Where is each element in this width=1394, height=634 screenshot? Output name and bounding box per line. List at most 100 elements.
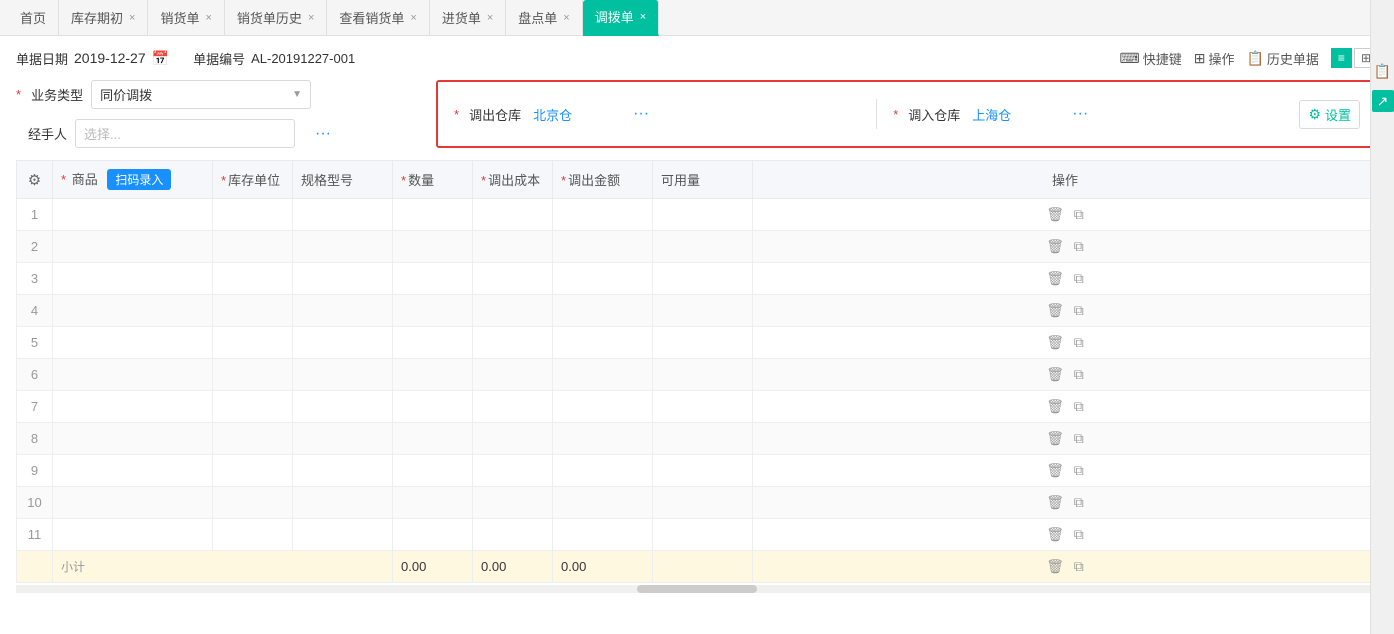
manager-select[interactable]: 选择... [75, 119, 295, 148]
row-avail[interactable] [653, 487, 753, 519]
copy-icon[interactable]: ⧉ [1074, 398, 1084, 414]
copy-icon[interactable]: ⧉ [1074, 270, 1084, 286]
history-btn[interactable]: 📋 历史单据 [1246, 49, 1318, 68]
tab-purchase[interactable]: 进货单 × [430, 0, 506, 36]
delete-icon[interactable]: 🗑 [1046, 302, 1064, 318]
row-spec[interactable] [293, 455, 393, 487]
row-avail[interactable] [653, 295, 753, 327]
tab-sales-history[interactable]: 销货单历史 × [225, 0, 327, 36]
row-avail[interactable] [653, 455, 753, 487]
row-avail[interactable] [653, 263, 753, 295]
row-unit[interactable] [213, 455, 293, 487]
row-cost[interactable] [473, 263, 553, 295]
row-goods[interactable] [53, 231, 213, 263]
row-amount[interactable] [553, 327, 653, 359]
row-unit[interactable] [213, 263, 293, 295]
row-qty[interactable] [393, 327, 473, 359]
delete-icon[interactable]: 🗑 [1046, 398, 1064, 414]
row-unit[interactable] [213, 231, 293, 263]
row-goods[interactable] [53, 423, 213, 455]
row-avail[interactable] [653, 231, 753, 263]
tab-sales[interactable]: 销货单 × [148, 0, 224, 36]
subtotal-copy-icon[interactable]: ⧉ [1074, 558, 1084, 574]
row-cost[interactable] [473, 199, 553, 231]
row-amount[interactable] [553, 231, 653, 263]
row-spec[interactable] [293, 519, 393, 551]
list-view-btn[interactable]: ≡ [1331, 48, 1352, 68]
row-amount[interactable] [553, 519, 653, 551]
row-cost[interactable] [473, 487, 553, 519]
row-cost[interactable] [473, 423, 553, 455]
copy-icon[interactable]: ⧉ [1074, 238, 1084, 254]
row-amount[interactable] [553, 263, 653, 295]
row-qty[interactable] [393, 295, 473, 327]
biz-type-select[interactable]: 同价调拨 ▼ [91, 80, 311, 109]
row-avail[interactable] [653, 519, 753, 551]
row-spec[interactable] [293, 391, 393, 423]
row-spec[interactable] [293, 295, 393, 327]
close-tab-6[interactable]: × [563, 12, 569, 24]
row-goods[interactable] [53, 455, 213, 487]
row-avail[interactable] [653, 199, 753, 231]
row-spec[interactable] [293, 423, 393, 455]
row-spec[interactable] [293, 327, 393, 359]
close-tab-2[interactable]: × [205, 12, 211, 24]
row-goods[interactable] [53, 519, 213, 551]
row-avail[interactable] [653, 423, 753, 455]
row-unit[interactable] [213, 199, 293, 231]
delete-icon[interactable]: 🗑 [1046, 430, 1064, 446]
tab-transfer[interactable]: 调拨单 × [583, 0, 659, 36]
close-tab-5[interactable]: × [487, 12, 493, 24]
row-cost[interactable] [473, 231, 553, 263]
row-qty[interactable] [393, 455, 473, 487]
row-goods[interactable] [53, 263, 213, 295]
horizontal-scrollbar[interactable] [16, 585, 1378, 593]
row-cost[interactable] [473, 295, 553, 327]
row-cost[interactable] [473, 391, 553, 423]
copy-icon[interactable]: ⧉ [1074, 206, 1084, 222]
row-qty[interactable] [393, 519, 473, 551]
copy-icon[interactable]: ⧉ [1074, 302, 1084, 318]
delete-icon[interactable]: 🗑 [1046, 270, 1064, 286]
copy-icon[interactable]: ⧉ [1074, 494, 1084, 510]
copy-icon[interactable]: ⧉ [1074, 366, 1084, 382]
row-avail[interactable] [653, 359, 753, 391]
manager-more-btn[interactable]: ··· [311, 125, 335, 143]
row-goods[interactable] [53, 199, 213, 231]
delete-icon[interactable]: 🗑 [1046, 526, 1064, 542]
delete-icon[interactable]: 🗑 [1046, 494, 1064, 510]
row-goods[interactable] [53, 391, 213, 423]
row-qty[interactable] [393, 199, 473, 231]
row-spec[interactable] [293, 359, 393, 391]
table-settings-icon[interactable]: ⚙ [28, 172, 41, 189]
row-unit[interactable] [213, 423, 293, 455]
row-avail[interactable] [653, 391, 753, 423]
row-unit[interactable] [213, 519, 293, 551]
row-unit[interactable] [213, 391, 293, 423]
row-goods[interactable] [53, 295, 213, 327]
row-spec[interactable] [293, 231, 393, 263]
row-amount[interactable] [553, 199, 653, 231]
row-qty[interactable] [393, 423, 473, 455]
row-amount[interactable] [553, 423, 653, 455]
row-spec[interactable] [293, 199, 393, 231]
row-amount[interactable] [553, 455, 653, 487]
row-unit[interactable] [213, 359, 293, 391]
row-amount[interactable] [553, 359, 653, 391]
row-qty[interactable] [393, 263, 473, 295]
row-amount[interactable] [553, 487, 653, 519]
row-qty[interactable] [393, 391, 473, 423]
copy-icon[interactable]: ⧉ [1074, 526, 1084, 542]
delete-icon[interactable]: 🗑 [1046, 366, 1064, 382]
tab-home[interactable]: 首页 [8, 0, 59, 36]
copy-icon[interactable]: ⧉ [1074, 430, 1084, 446]
tab-inventory-check[interactable]: 盘点单 × [506, 0, 582, 36]
delete-icon[interactable]: 🗑 [1046, 462, 1064, 478]
delete-icon[interactable]: 🗑 [1046, 206, 1064, 222]
row-goods[interactable] [53, 487, 213, 519]
sidebar-doc-icon[interactable]: 📋 [1372, 60, 1394, 82]
row-spec[interactable] [293, 263, 393, 295]
close-tab-4[interactable]: × [410, 12, 416, 24]
row-qty[interactable] [393, 487, 473, 519]
shortcuts-btn[interactable]: ⌨ 快捷键 [1119, 49, 1181, 68]
